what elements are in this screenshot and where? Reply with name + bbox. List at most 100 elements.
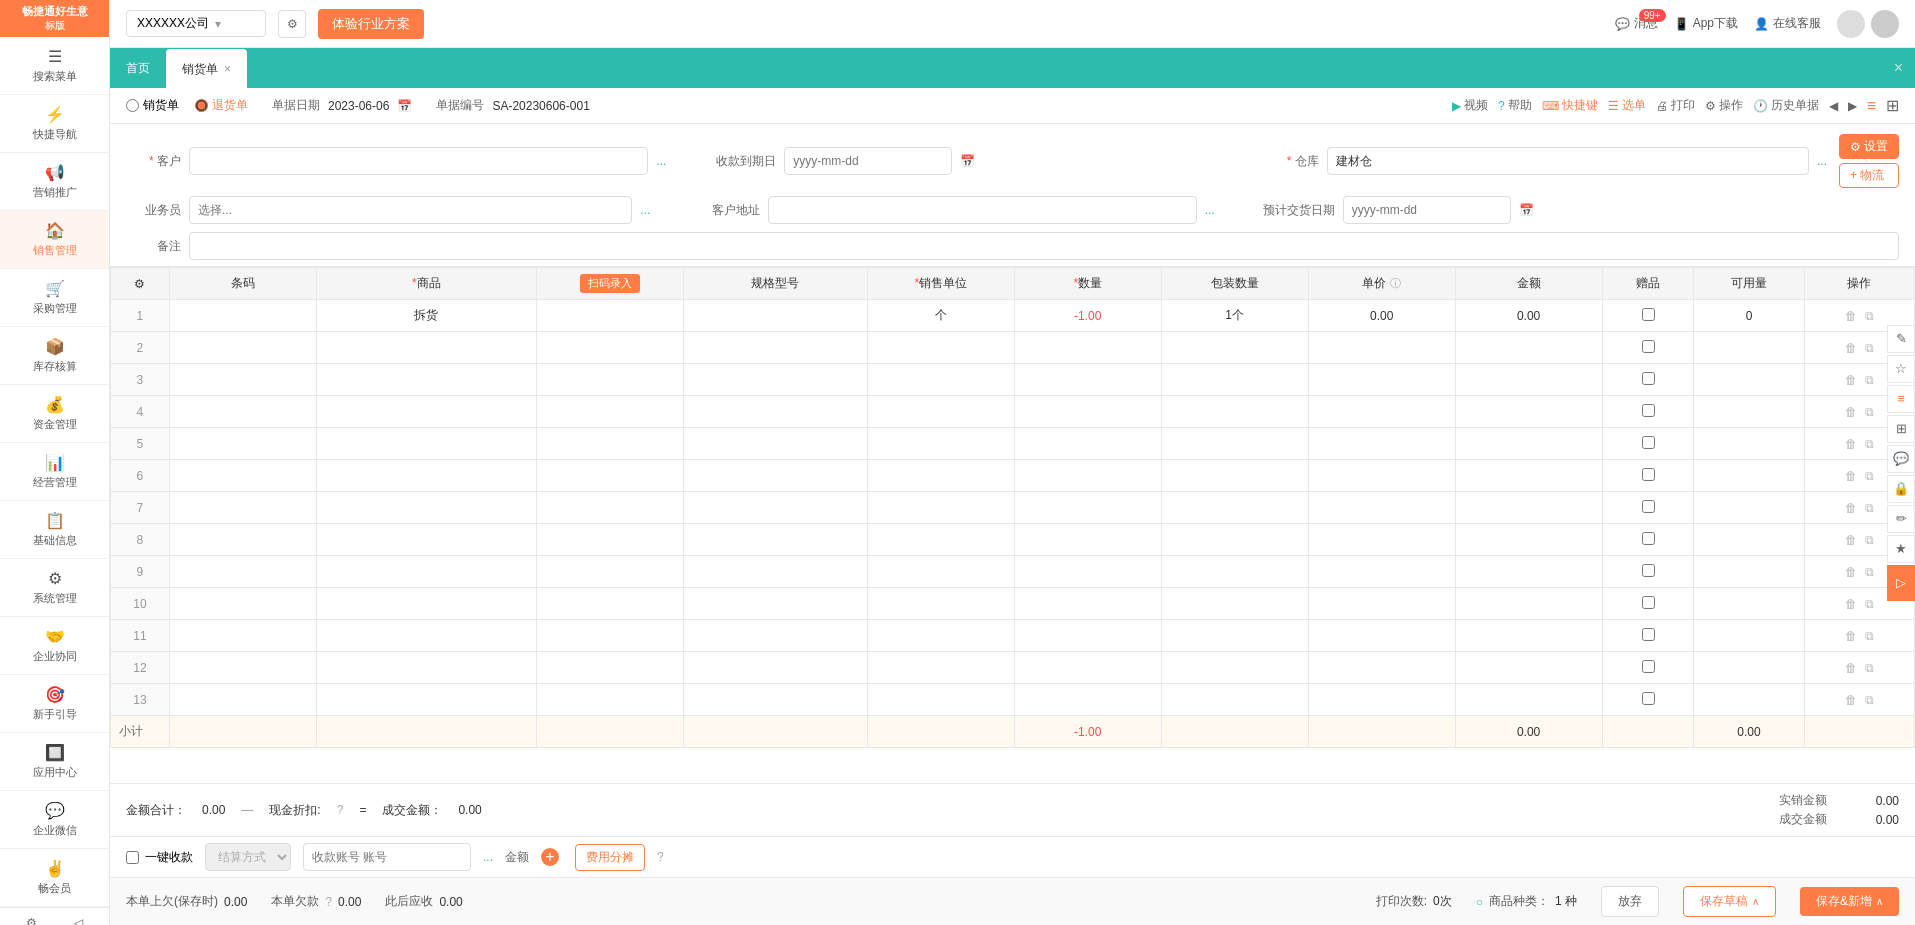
copy-icon[interactable]: ⧉	[1865, 533, 1874, 547]
avatar[interactable]	[1837, 10, 1865, 38]
row-price[interactable]	[1308, 588, 1455, 620]
warehouse-dots[interactable]: ...	[1817, 154, 1827, 168]
row-barcode[interactable]	[169, 524, 316, 556]
delete-icon[interactable]: 🗑	[1845, 373, 1857, 387]
copy-icon[interactable]: ⧉	[1865, 501, 1874, 515]
copy-icon[interactable]: ⧉	[1865, 373, 1874, 387]
row-gift[interactable]	[1602, 300, 1694, 332]
row-quantity[interactable]	[1014, 652, 1161, 684]
row-spec[interactable]	[684, 460, 868, 492]
row-barcode[interactable]	[169, 364, 316, 396]
row-barcode[interactable]	[169, 684, 316, 716]
return-order-radio[interactable]: 退货单	[195, 97, 248, 114]
row-pack-qty[interactable]	[1161, 524, 1308, 556]
row-quantity[interactable]: -1.00	[1014, 300, 1161, 332]
warehouse-input[interactable]	[1327, 147, 1809, 175]
copy-icon[interactable]: ⧉	[1865, 469, 1874, 483]
copy-icon[interactable]: ⧉	[1865, 597, 1874, 611]
expense-button[interactable]: 费用分摊	[575, 844, 645, 871]
sidebar-item-purchase[interactable]: 🛒 采购管理	[0, 269, 109, 327]
customer-address-input[interactable]	[768, 196, 1196, 224]
copy-icon[interactable]: ⧉	[1865, 437, 1874, 451]
tab-close-icon[interactable]: ×	[224, 62, 231, 76]
row-unit[interactable]	[867, 396, 1014, 428]
row-quantity[interactable]	[1014, 620, 1161, 652]
row-barcode[interactable]	[169, 428, 316, 460]
row-price[interactable]	[1308, 364, 1455, 396]
row-unit[interactable]	[867, 524, 1014, 556]
sidebar-item-appcenter[interactable]: 🔲 应用中心	[0, 733, 109, 791]
notes-input[interactable]	[189, 232, 1899, 260]
row-unit[interactable]	[867, 652, 1014, 684]
sidebar-item-sales[interactable]: 🏠 销售管理	[0, 211, 109, 269]
row-spec[interactable]	[684, 364, 868, 396]
row-amount[interactable]	[1455, 524, 1602, 556]
copy-icon[interactable]: ⧉	[1865, 309, 1874, 323]
float-btn-2[interactable]: ☆	[1887, 355, 1915, 383]
row-unit[interactable]	[867, 556, 1014, 588]
row-pack-qty[interactable]	[1161, 460, 1308, 492]
row-amount[interactable]	[1455, 620, 1602, 652]
row-price[interactable]	[1308, 652, 1455, 684]
row-gift[interactable]	[1602, 684, 1694, 716]
row-amount[interactable]	[1455, 364, 1602, 396]
row-gift[interactable]	[1602, 524, 1694, 556]
row-unit[interactable]	[867, 332, 1014, 364]
row-quantity[interactable]	[1014, 396, 1161, 428]
sidebar-collapse-icon[interactable]: ◁	[74, 916, 83, 925]
row-pack-qty[interactable]	[1161, 556, 1308, 588]
row-amount[interactable]	[1455, 652, 1602, 684]
delete-icon[interactable]: 🗑	[1845, 597, 1857, 611]
row-amount[interactable]	[1455, 684, 1602, 716]
row-product[interactable]	[316, 524, 536, 556]
delete-icon[interactable]: 🗑	[1845, 341, 1857, 355]
row-price[interactable]	[1308, 684, 1455, 716]
save-new-button[interactable]: 保存&新增 ∧	[1800, 887, 1899, 916]
col-settings[interactable]: ⚙	[111, 268, 170, 300]
float-btn-3[interactable]: ≡	[1887, 385, 1915, 413]
row-spec[interactable]	[684, 396, 868, 428]
avatar2[interactable]	[1871, 10, 1899, 38]
copy-icon[interactable]: ⧉	[1865, 661, 1874, 675]
row-pack-qty[interactable]: 1个	[1161, 300, 1308, 332]
video-action[interactable]: ▶ 视频	[1452, 97, 1488, 114]
grid-view-icon[interactable]: ⊞	[1886, 96, 1899, 115]
expense-help-icon[interactable]: ?	[657, 850, 664, 864]
select-action[interactable]: ☰ 选单	[1608, 97, 1646, 114]
shortcut-action[interactable]: ⌨ 快捷键	[1542, 97, 1598, 114]
float-btn-orange[interactable]: ▷	[1887, 565, 1915, 601]
row-unit[interactable]	[867, 620, 1014, 652]
row-pack-qty[interactable]	[1161, 492, 1308, 524]
sidebar-item-wechat[interactable]: 💬 企业微信	[0, 791, 109, 849]
row-quantity[interactable]	[1014, 556, 1161, 588]
row-gift[interactable]	[1602, 332, 1694, 364]
sidebar-item-quicknav[interactable]: ⚡ 快捷导航	[0, 95, 109, 153]
row-price[interactable]	[1308, 556, 1455, 588]
row-spec[interactable]	[684, 524, 868, 556]
copy-icon[interactable]: ⧉	[1865, 629, 1874, 643]
due-date-calendar-icon[interactable]: 📅	[960, 154, 975, 168]
row-spec[interactable]	[684, 588, 868, 620]
col-scan[interactable]: 扫码录入	[537, 268, 684, 300]
row-price[interactable]	[1308, 492, 1455, 524]
list-view-icon[interactable]: ≡	[1867, 97, 1876, 115]
row-gift[interactable]	[1602, 364, 1694, 396]
row-amount[interactable]	[1455, 332, 1602, 364]
operate-action[interactable]: ⚙ 操作	[1705, 97, 1743, 114]
tab-sales-order[interactable]: 销货单 ×	[166, 49, 247, 89]
online-service-button[interactable]: 👤 在线客服	[1754, 15, 1821, 32]
row-gift[interactable]	[1602, 652, 1694, 684]
row-unit[interactable]	[867, 460, 1014, 492]
tab-close-right-icon[interactable]: ×	[1894, 59, 1915, 77]
row-pack-qty[interactable]	[1161, 332, 1308, 364]
delete-icon[interactable]: 🗑	[1845, 469, 1857, 483]
row-barcode[interactable]	[169, 652, 316, 684]
row-spec[interactable]	[684, 652, 868, 684]
row-amount[interactable]	[1455, 460, 1602, 492]
row-pack-qty[interactable]	[1161, 396, 1308, 428]
salesperson-input[interactable]	[189, 196, 632, 224]
discard-button[interactable]: 放弃	[1601, 886, 1659, 917]
row-spec[interactable]	[684, 300, 868, 332]
delete-icon[interactable]: 🗑	[1845, 501, 1857, 515]
row-barcode[interactable]	[169, 556, 316, 588]
